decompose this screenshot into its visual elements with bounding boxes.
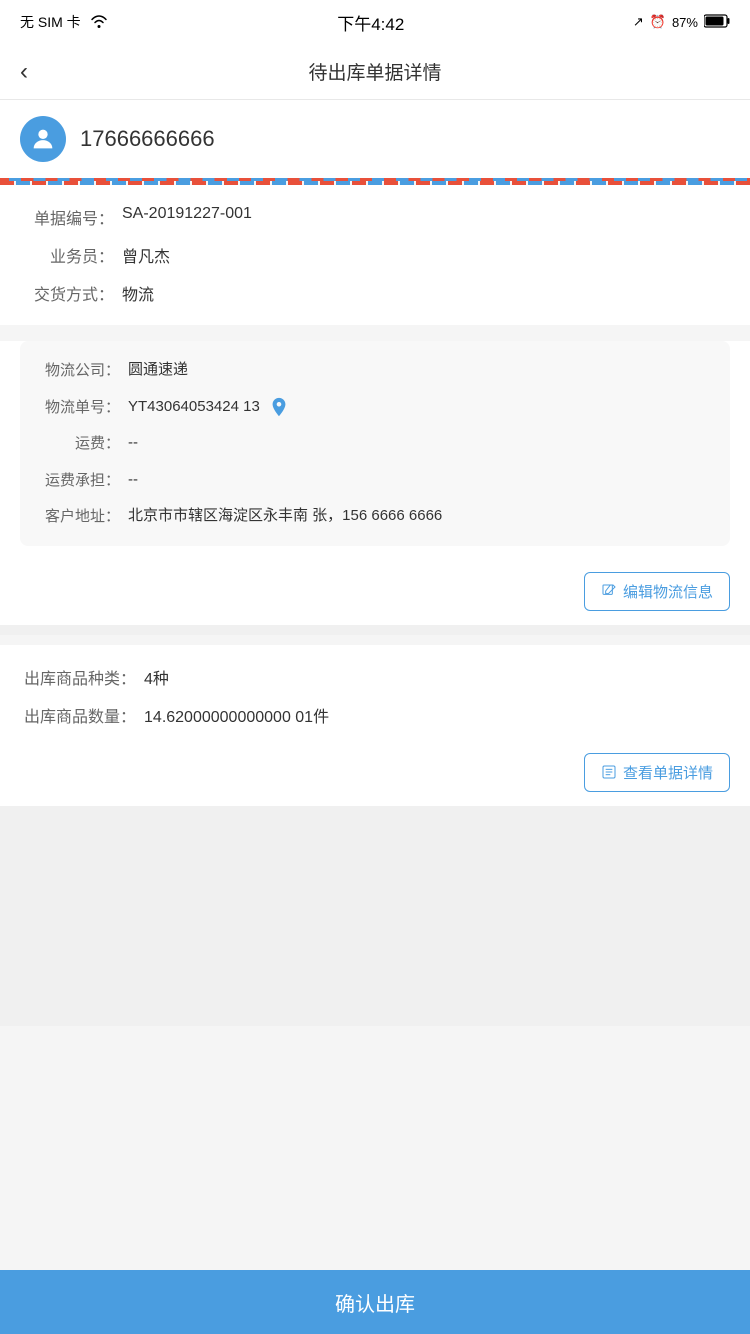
location-icon: ↗ bbox=[633, 14, 644, 30]
goods-quantity-value: 14.62000000000000 01件 bbox=[144, 703, 329, 727]
goods-quantity-row: 出库商品数量： 14.62000000000000 01件 bbox=[24, 703, 726, 727]
carrier-label: 无 SIM 卡 bbox=[20, 12, 81, 32]
location-pin-icon bbox=[268, 396, 290, 418]
alarm-icon: ⏰ bbox=[650, 14, 666, 30]
order-number-value: SA-20191227-001 bbox=[122, 205, 726, 223]
logistics-tracking-label: 物流单号： bbox=[40, 396, 120, 417]
delivery-value: 物流 bbox=[122, 281, 726, 305]
view-btn-label: 查看单据详情 bbox=[623, 762, 713, 783]
confirm-button[interactable]: 确认出库 bbox=[0, 1270, 750, 1334]
page-title: 待出库单据详情 bbox=[308, 58, 441, 85]
order-number-row: 单据编号： SA-20191227-001 bbox=[24, 205, 726, 229]
goods-types-label: 出库商品种类： bbox=[24, 665, 136, 689]
logistics-company-value: 圆通速递 bbox=[128, 359, 710, 382]
edit-btn-label: 编辑物流信息 bbox=[623, 581, 713, 602]
goods-quantity-label: 出库商品数量： bbox=[24, 703, 136, 727]
wifi-icon bbox=[89, 14, 109, 31]
address-label: 客户地址： bbox=[40, 505, 120, 526]
logistics-company-row: 物流公司： 圆通速递 bbox=[40, 359, 710, 382]
spacer bbox=[0, 806, 750, 1026]
edit-btn-row: 编辑物流信息 bbox=[0, 562, 750, 625]
address-row: 客户地址： 北京市市辖区海淀区永丰南 张，156 6666 6666 bbox=[40, 505, 710, 528]
goods-section: 出库商品种类： 4种 出库商品数量： 14.62000000000000 01件 bbox=[0, 645, 750, 743]
status-time: 下午4:42 bbox=[337, 10, 404, 35]
logistics-tracking-value: YT43064053424 13 bbox=[128, 396, 710, 419]
logistics-tracking-row: 物流单号： YT43064053424 13 bbox=[40, 396, 710, 419]
order-info-section: 单据编号： SA-20191227-001 业务员： 曾凡杰 交货方式： 物流 bbox=[0, 185, 750, 325]
status-right: ↗ ⏰ 87% bbox=[633, 14, 730, 31]
user-phone: 17666666666 bbox=[80, 126, 215, 152]
address-value: 北京市市辖区海淀区永丰南 张，156 6666 6666 bbox=[128, 505, 710, 528]
back-button[interactable]: ‹ bbox=[20, 58, 60, 86]
status-left: 无 SIM 卡 bbox=[20, 12, 109, 32]
salesman-label: 业务员： bbox=[24, 243, 114, 267]
edit-icon bbox=[601, 583, 617, 599]
list-icon bbox=[601, 764, 617, 780]
logistics-company-label: 物流公司： bbox=[40, 359, 120, 380]
delivery-row: 交货方式： 物流 bbox=[24, 281, 726, 305]
freight-row: 运费： -- bbox=[40, 432, 710, 455]
battery-label: 87% bbox=[672, 15, 698, 30]
user-header: 17666666666 bbox=[0, 100, 750, 181]
goods-types-value: 4种 bbox=[144, 665, 169, 689]
logistics-card: 物流公司： 圆通速递 物流单号： YT43064053424 13 运费： -- bbox=[20, 341, 730, 546]
status-bar: 无 SIM 卡 下午4:42 ↗ ⏰ 87% bbox=[0, 0, 750, 44]
confirm-label: 确认出库 bbox=[335, 1288, 415, 1317]
edit-logistics-button[interactable]: 编辑物流信息 bbox=[584, 572, 730, 611]
freight-label: 运费： bbox=[40, 432, 120, 453]
delivery-label: 交货方式： bbox=[24, 281, 114, 305]
goods-types-row: 出库商品种类： 4种 bbox=[24, 665, 726, 689]
nav-bar: ‹ 待出库单据详情 bbox=[0, 44, 750, 100]
freight-bearer-row: 运费承担： -- bbox=[40, 469, 710, 492]
salesman-row: 业务员： 曾凡杰 bbox=[24, 243, 726, 267]
view-btn-row: 查看单据详情 bbox=[0, 743, 750, 806]
freight-value: -- bbox=[128, 432, 710, 455]
battery-icon bbox=[704, 14, 730, 31]
salesman-value: 曾凡杰 bbox=[122, 243, 726, 267]
freight-bearer-label: 运费承担： bbox=[40, 469, 120, 490]
section-divider-2 bbox=[0, 625, 750, 635]
view-detail-button[interactable]: 查看单据详情 bbox=[584, 753, 730, 792]
avatar bbox=[20, 116, 66, 162]
freight-bearer-value: -- bbox=[128, 469, 710, 492]
order-number-label: 单据编号： bbox=[24, 205, 114, 229]
